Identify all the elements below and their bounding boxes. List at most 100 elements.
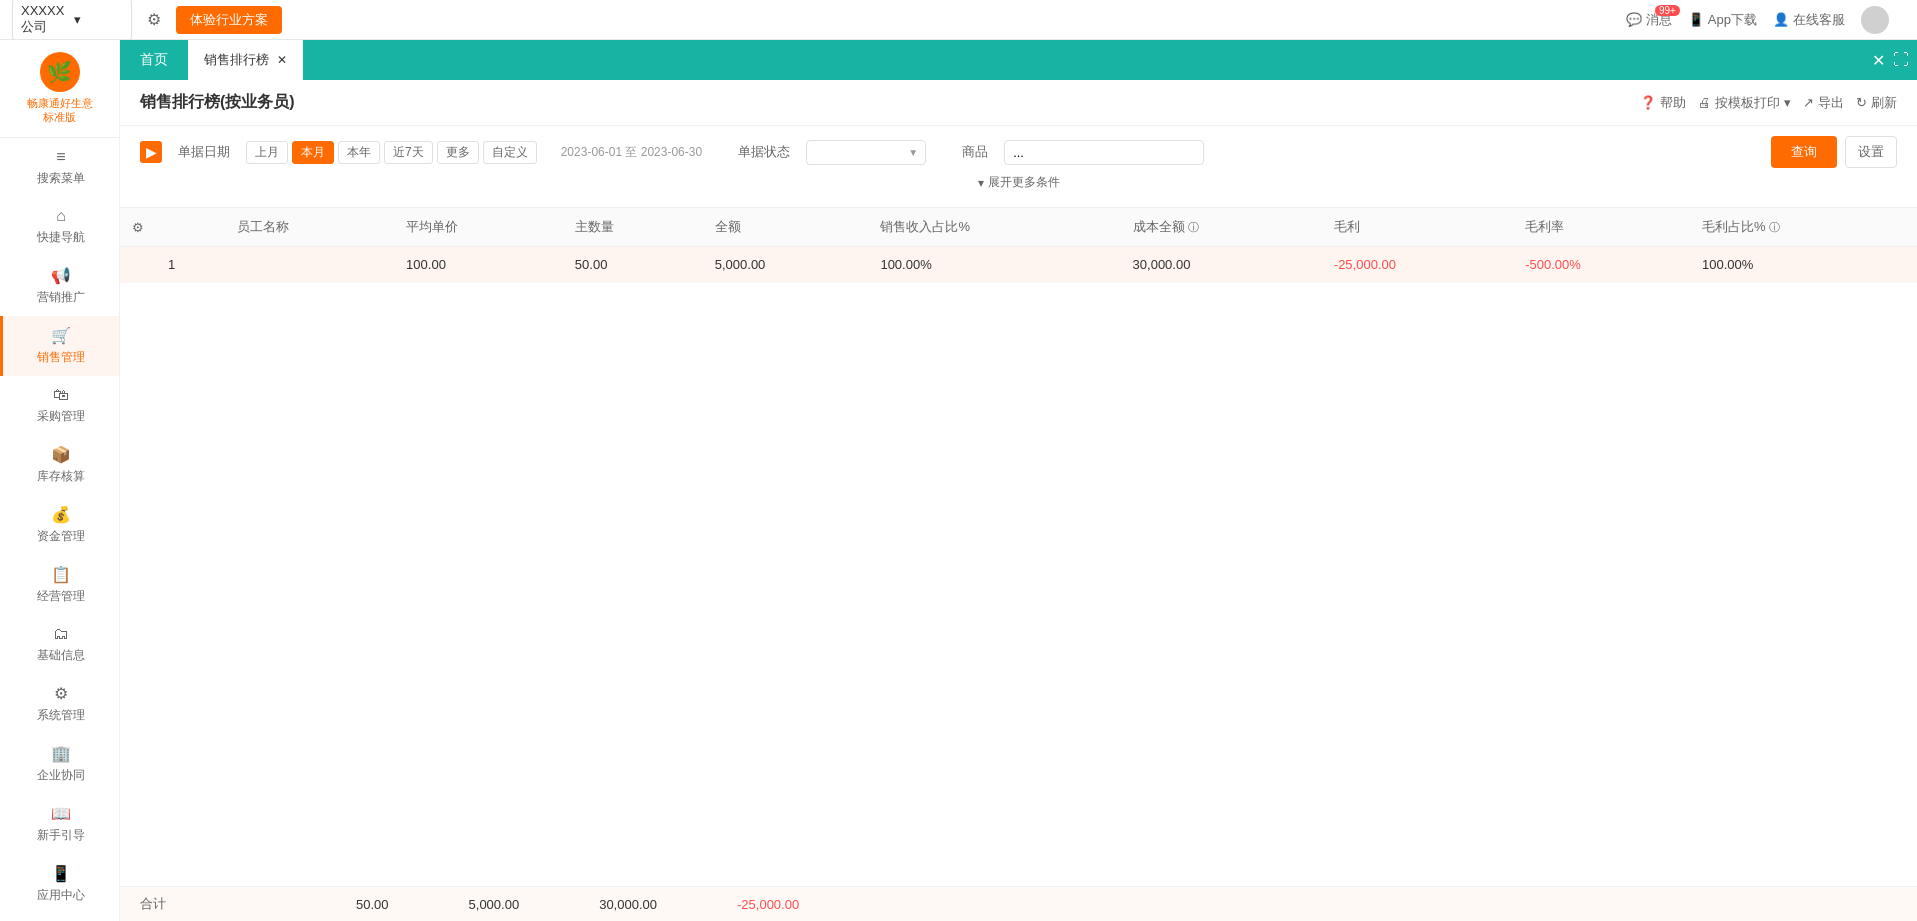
sidebar: 🌿 畅康通好生意标准版 ≡ 搜索菜单 ⌂ 快捷导航 📢 营销推广 🛒 销售管理 … (0, 40, 120, 921)
export-icon: ↗ (1803, 95, 1814, 110)
message-button[interactable]: 💬 消息 99+ (1626, 11, 1672, 29)
cell-amount: 5,000.00 (703, 247, 869, 283)
tab-close-icon[interactable]: ✕ (277, 53, 287, 67)
company-selector[interactable]: XXXXX公司 ▾ (12, 0, 132, 41)
help-button[interactable]: ❓ 帮助 (1640, 94, 1686, 112)
print-icon: 🖨 (1698, 95, 1711, 110)
status-label: 单据状态 (738, 143, 790, 161)
col-rank (156, 208, 225, 247)
col-name: 员工名称 (225, 208, 394, 247)
table-footer: 合计 50.00 5,000.00 30,000.00 -25,000.00 (120, 886, 1917, 921)
try-industry-button[interactable]: 体验行业方案 (176, 6, 282, 34)
marketing-icon: 📢 (51, 266, 71, 285)
sidebar-item-guide[interactable]: 📖 新手引导 (0, 794, 119, 854)
date-btn-last-month[interactable]: 上月 (246, 141, 288, 164)
service-icon: 👤 (1773, 12, 1789, 27)
col-cost: 成本全额 ⓘ (1121, 208, 1322, 247)
export-button[interactable]: ↗ 导出 (1803, 94, 1844, 112)
sidebar-logo: 🌿 畅康通好生意标准版 (0, 40, 119, 138)
system-icon: ⚙ (54, 684, 68, 703)
date-range: 2023-06-01 至 2023-06-30 (561, 144, 702, 161)
cell-qty: 50.00 (563, 247, 703, 283)
status-select-wrapper (806, 140, 926, 165)
content-area: 首页 销售排行榜 ✕ ✕ ⛶ 销售排行榜(按业务员) ❓ 帮助 (120, 40, 1917, 921)
tab-sales-ranking[interactable]: 销售排行榜 ✕ (188, 40, 303, 80)
filter-bar: ▶ 单据日期 上月 本月 本年 近7天 更多 自定义 2023-06-01 至 … (120, 126, 1917, 208)
tab-home[interactable]: 首页 (120, 40, 188, 80)
cell-sales-pct: 100.00% (868, 247, 1120, 283)
sidebar-item-operation[interactable]: 📋 经营管理 (0, 555, 119, 615)
cell-settings (120, 247, 156, 283)
cell-gross: -25,000.00 (1322, 247, 1513, 283)
footer-gross: -25,000.00 (737, 897, 799, 912)
date-btn-7days[interactable]: 近7天 (384, 141, 433, 164)
goods-label: 商品 (962, 143, 988, 161)
sidebar-item-marketing[interactable]: 📢 营销推广 (0, 256, 119, 316)
settings-icon[interactable]: ⚙ (140, 6, 168, 34)
cell-avg-price: 100.00 (394, 247, 563, 283)
operation-icon: 📋 (51, 565, 71, 584)
refresh-button[interactable]: ↻ 刷新 (1856, 94, 1897, 112)
gross-pct-info-icon[interactable]: ⓘ (1769, 221, 1780, 233)
print-chevron-icon: ▾ (1784, 95, 1791, 110)
main-layout: 🌿 畅康通好生意标准版 ≡ 搜索菜单 ⌂ 快捷导航 📢 营销推广 🛒 销售管理 … (0, 40, 1917, 921)
footer-amount: 5,000.00 (469, 897, 520, 912)
date-btn-more[interactable]: 更多 (437, 141, 479, 164)
guide-icon: 📖 (51, 804, 71, 823)
cost-info-icon[interactable]: ⓘ (1188, 221, 1199, 233)
sidebar-item-search[interactable]: ≡ 搜索菜单 (0, 138, 119, 197)
purchase-icon: 🛍 (53, 386, 69, 404)
cell-gross-rate: -500.00% (1513, 247, 1690, 283)
col-sales-pct: 销售收入占比% (868, 208, 1120, 247)
sidebar-item-enterprise[interactable]: 🏢 企业协同 (0, 734, 119, 794)
app-center-icon: 📱 (51, 864, 71, 883)
sidebar-item-finance[interactable]: 💰 资金管理 (0, 495, 119, 555)
sidebar-item-wechat[interactable]: 💬 企业微信 (0, 914, 119, 921)
sidebar-item-basic[interactable]: 🗂 基础信息 (0, 615, 119, 674)
app-download-button[interactable]: 📱 App下载 (1688, 11, 1757, 29)
page-actions: ❓ 帮助 🖨 按模板打印 ▾ ↗ 导出 ↻ 刷新 (1640, 94, 1897, 112)
col-amount: 全额 (703, 208, 869, 247)
status-select[interactable] (806, 140, 926, 165)
cell-gross-pct: 100.00% (1690, 247, 1917, 283)
top-bar: XXXXX公司 ▾ ⚙ 体验行业方案 💬 消息 99+ 📱 App下载 👤 在线… (0, 0, 1917, 40)
footer-label: 合计 (140, 895, 166, 913)
logo-icon: 🌿 (40, 52, 80, 92)
online-service-button[interactable]: 👤 在线客服 (1773, 11, 1845, 29)
app-icon: 📱 (1688, 12, 1704, 27)
top-right-actions: 💬 消息 99+ 📱 App下载 👤 在线客服 (1626, 6, 1905, 34)
tab-maximize-icon[interactable]: ⛶ (1893, 51, 1909, 69)
page-content: 销售排行榜(按业务员) ❓ 帮助 🖨 按模板打印 ▾ ↗ 导出 (120, 80, 1917, 921)
date-btn-custom[interactable]: 自定义 (483, 141, 537, 164)
basic-icon: 🗂 (53, 625, 69, 643)
date-btn-this-month[interactable]: 本月 (292, 141, 334, 164)
refresh-icon: ↻ (1856, 95, 1867, 110)
query-button[interactable]: 查询 (1771, 136, 1837, 168)
sidebar-item-inventory[interactable]: 📦 库存核算 (0, 435, 119, 495)
sidebar-item-app[interactable]: 📱 应用中心 (0, 854, 119, 914)
sidebar-item-shortcut[interactable]: ⌂ 快捷导航 (0, 197, 119, 256)
date-btn-this-year[interactable]: 本年 (338, 141, 380, 164)
settings-button[interactable]: 设置 (1845, 136, 1897, 168)
help-icon: ❓ (1640, 95, 1656, 110)
table-header-row: ⚙ 员工名称 平均单价 主数量 全额 销售收入占比% 成本全额 ⓘ 毛利 毛利率… (120, 208, 1917, 247)
search-icon: ≡ (56, 148, 65, 166)
filter-toggle-icon[interactable]: ▶ (140, 141, 162, 163)
cell-rank: 1 (156, 247, 225, 283)
sidebar-item-system[interactable]: ⚙ 系统管理 (0, 674, 119, 734)
logo-text: 畅康通好生意标准版 (27, 96, 93, 125)
inventory-icon: 📦 (51, 445, 71, 464)
cell-cost: 30,000.00 (1121, 247, 1322, 283)
sidebar-item-purchase[interactable]: 🛍 采购管理 (0, 376, 119, 435)
expand-more-button[interactable]: ▾ 展开更多条件 (978, 174, 1060, 191)
sales-icon: 🛒 (51, 326, 71, 345)
tab-close-window-icon[interactable]: ✕ (1872, 51, 1885, 70)
goods-input[interactable] (1004, 140, 1204, 165)
sidebar-item-sales[interactable]: 🛒 销售管理 (0, 316, 119, 376)
chevron-down-icon: ▾ (74, 12, 123, 27)
col-settings[interactable]: ⚙ (120, 208, 156, 247)
print-button[interactable]: 🖨 按模板打印 ▾ (1698, 94, 1791, 112)
ranking-table: ⚙ 员工名称 平均单价 主数量 全额 销售收入占比% 成本全额 ⓘ 毛利 毛利率… (120, 208, 1917, 283)
tab-bar: 首页 销售排行榜 ✕ ✕ ⛶ (120, 40, 1917, 80)
avatar[interactable] (1861, 6, 1889, 34)
